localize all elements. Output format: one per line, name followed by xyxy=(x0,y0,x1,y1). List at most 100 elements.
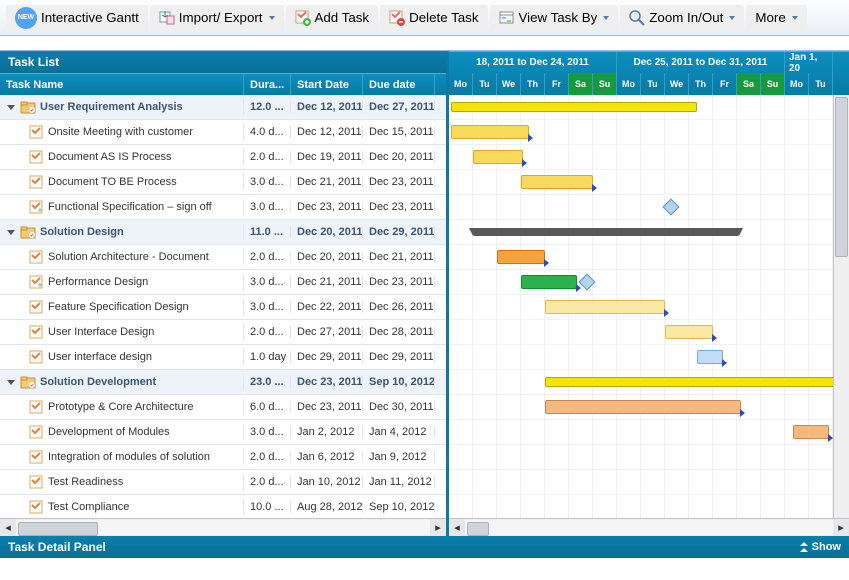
gantt-row[interactable] xyxy=(449,120,849,145)
expand-icon[interactable] xyxy=(6,227,16,237)
task-row[interactable]: Performance Design3.0 d...Dec 21, 2011De… xyxy=(0,270,446,295)
timeline-day: We xyxy=(665,73,689,95)
milestone-marker[interactable] xyxy=(663,199,680,216)
task-row[interactable]: Test Readiness2.0 d...Jan 10, 2012Jan 11… xyxy=(0,470,446,495)
gantt-row[interactable] xyxy=(449,470,849,495)
gantt-row[interactable] xyxy=(449,370,849,395)
task-due: Dec 23, 2011 xyxy=(363,276,435,288)
dependency-arrow-icon xyxy=(712,334,717,342)
gantt-row[interactable] xyxy=(449,220,849,245)
task-row[interactable]: Solution Development23.0 ...Dec 23, 2011… xyxy=(0,370,446,395)
more-button[interactable]: More xyxy=(746,5,806,31)
expand-icon[interactable] xyxy=(6,102,16,112)
scroll-left-icon[interactable]: ◂ xyxy=(0,519,16,536)
folder-icon xyxy=(20,224,36,240)
gantt-bar[interactable] xyxy=(697,350,723,364)
task-start: Jan 10, 2012 xyxy=(291,476,363,488)
dependency-arrow-icon xyxy=(592,184,597,192)
gantt-row[interactable] xyxy=(449,270,849,295)
timeline-body[interactable] xyxy=(449,95,849,518)
task-row[interactable]: Integration of modules of solution2.0 d.… xyxy=(0,445,446,470)
col-start-date[interactable]: Start Date xyxy=(291,74,363,95)
gantt-row[interactable] xyxy=(449,195,849,220)
gantt-bar[interactable] xyxy=(665,325,713,339)
task-row[interactable]: Onsite Meeting with customer4.0 d...Dec … xyxy=(0,120,446,145)
gantt-row[interactable] xyxy=(449,395,849,420)
view-task-by-button[interactable]: View Task By xyxy=(490,5,619,31)
gantt-bar[interactable] xyxy=(521,175,593,189)
task-start: Jan 6, 2012 xyxy=(291,451,363,463)
gantt-row[interactable] xyxy=(449,145,849,170)
task-row[interactable]: Prototype & Core Architecture6.0 d...Dec… xyxy=(0,395,446,420)
gantt-row[interactable] xyxy=(449,495,849,518)
gantt-row[interactable] xyxy=(449,345,849,370)
gantt-row[interactable] xyxy=(449,245,849,270)
summary-bar[interactable] xyxy=(451,102,697,112)
task-row[interactable]: Functional Specification – sign off3.0 d… xyxy=(0,195,446,220)
hscroll-thumb[interactable] xyxy=(467,522,489,536)
import-export-label: Import/ Export xyxy=(179,10,263,25)
gantt-bar[interactable] xyxy=(521,275,577,289)
timeline-day: Sa xyxy=(569,73,593,95)
delete-task-button[interactable]: Delete Task xyxy=(380,5,487,31)
task-row[interactable]: User Interface Design2.0 d...Dec 27, 201… xyxy=(0,320,446,345)
gantt-row[interactable] xyxy=(449,170,849,195)
col-duration[interactable]: Dura... xyxy=(244,74,291,95)
summary-bar[interactable] xyxy=(545,377,845,387)
gantt-row[interactable] xyxy=(449,420,849,445)
scroll-right-icon[interactable]: ▸ xyxy=(833,519,849,536)
gantt-row[interactable] xyxy=(449,295,849,320)
task-name: Integration of modules of solution xyxy=(48,451,210,463)
task-row[interactable]: Document TO BE Process3.0 d...Dec 21, 20… xyxy=(0,170,446,195)
gantt-row[interactable] xyxy=(449,320,849,345)
summary-bar[interactable] xyxy=(473,228,739,236)
hscroll-right[interactable]: ◂ ▸ xyxy=(449,518,849,536)
hscroll-left[interactable]: ◂ ▸ xyxy=(0,518,446,536)
scroll-left-icon[interactable]: ◂ xyxy=(449,519,465,536)
dependency-arrow-icon xyxy=(576,284,581,292)
task-name: Test Readiness xyxy=(48,476,123,488)
task-row[interactable]: Solution Architecture - Document2.0 d...… xyxy=(0,245,446,270)
task-row[interactable]: User Requirement Analysis12.0 ...Dec 12,… xyxy=(0,95,446,120)
add-task-button[interactable]: Add Task xyxy=(286,5,379,31)
col-due-date[interactable]: Due date xyxy=(363,74,435,95)
task-row[interactable]: Development of Modules3.0 d...Jan 2, 201… xyxy=(0,420,446,445)
vscroll[interactable] xyxy=(833,95,849,518)
dependency-arrow-icon xyxy=(522,159,527,167)
gantt-bar[interactable] xyxy=(451,125,529,139)
task-row[interactable]: User interface design1.0 dayDec 29, 2011… xyxy=(0,345,446,370)
zoom-button[interactable]: Zoom In/Out xyxy=(620,5,744,31)
task-row[interactable]: Solution Design11.0 ...Dec 20, 2011Dec 2… xyxy=(0,220,446,245)
task-duration: 3.0 d... xyxy=(244,426,291,438)
task-name: User interface design xyxy=(48,351,152,363)
gantt-row[interactable] xyxy=(449,95,849,120)
show-detail-button[interactable]: Show xyxy=(800,541,841,553)
milestone-marker[interactable] xyxy=(579,274,596,291)
dependency-arrow-icon xyxy=(544,259,549,267)
interactive-gantt-button[interactable]: NEW Interactive Gantt xyxy=(6,5,148,31)
task-icon xyxy=(28,124,44,140)
task-row[interactable]: Document AS IS Process2.0 d...Dec 19, 20… xyxy=(0,145,446,170)
gantt-bar[interactable] xyxy=(473,150,523,164)
task-name: Performance Design xyxy=(48,276,148,288)
hscroll-thumb[interactable] xyxy=(18,522,98,536)
task-due: Dec 29, 2011 xyxy=(363,351,435,363)
expand-icon[interactable] xyxy=(6,377,16,387)
gantt-bar[interactable] xyxy=(793,425,829,439)
task-name: Solution Design xyxy=(40,226,124,238)
task-start: Dec 22, 2011 xyxy=(291,301,363,313)
task-row[interactable]: Feature Specification Design3.0 d...Dec … xyxy=(0,295,446,320)
timeline-day: Tu xyxy=(809,73,833,95)
task-duration: 4.0 d... xyxy=(244,126,291,138)
gantt-bar[interactable] xyxy=(497,250,545,264)
task-row[interactable]: Test Compliance10.0 ...Aug 28, 2012Sep 1… xyxy=(0,495,446,518)
task-icon xyxy=(28,174,44,190)
import-export-button[interactable]: Import/ Export xyxy=(150,5,284,31)
task-due: Dec 23, 2011 xyxy=(363,201,435,213)
gantt-row[interactable] xyxy=(449,445,849,470)
gantt-bar[interactable] xyxy=(545,400,741,414)
col-task-name[interactable]: Task Name xyxy=(0,74,244,95)
gantt-bar[interactable] xyxy=(545,300,665,314)
scroll-right-icon[interactable]: ▸ xyxy=(430,519,446,536)
vscroll-thumb[interactable] xyxy=(835,97,848,257)
